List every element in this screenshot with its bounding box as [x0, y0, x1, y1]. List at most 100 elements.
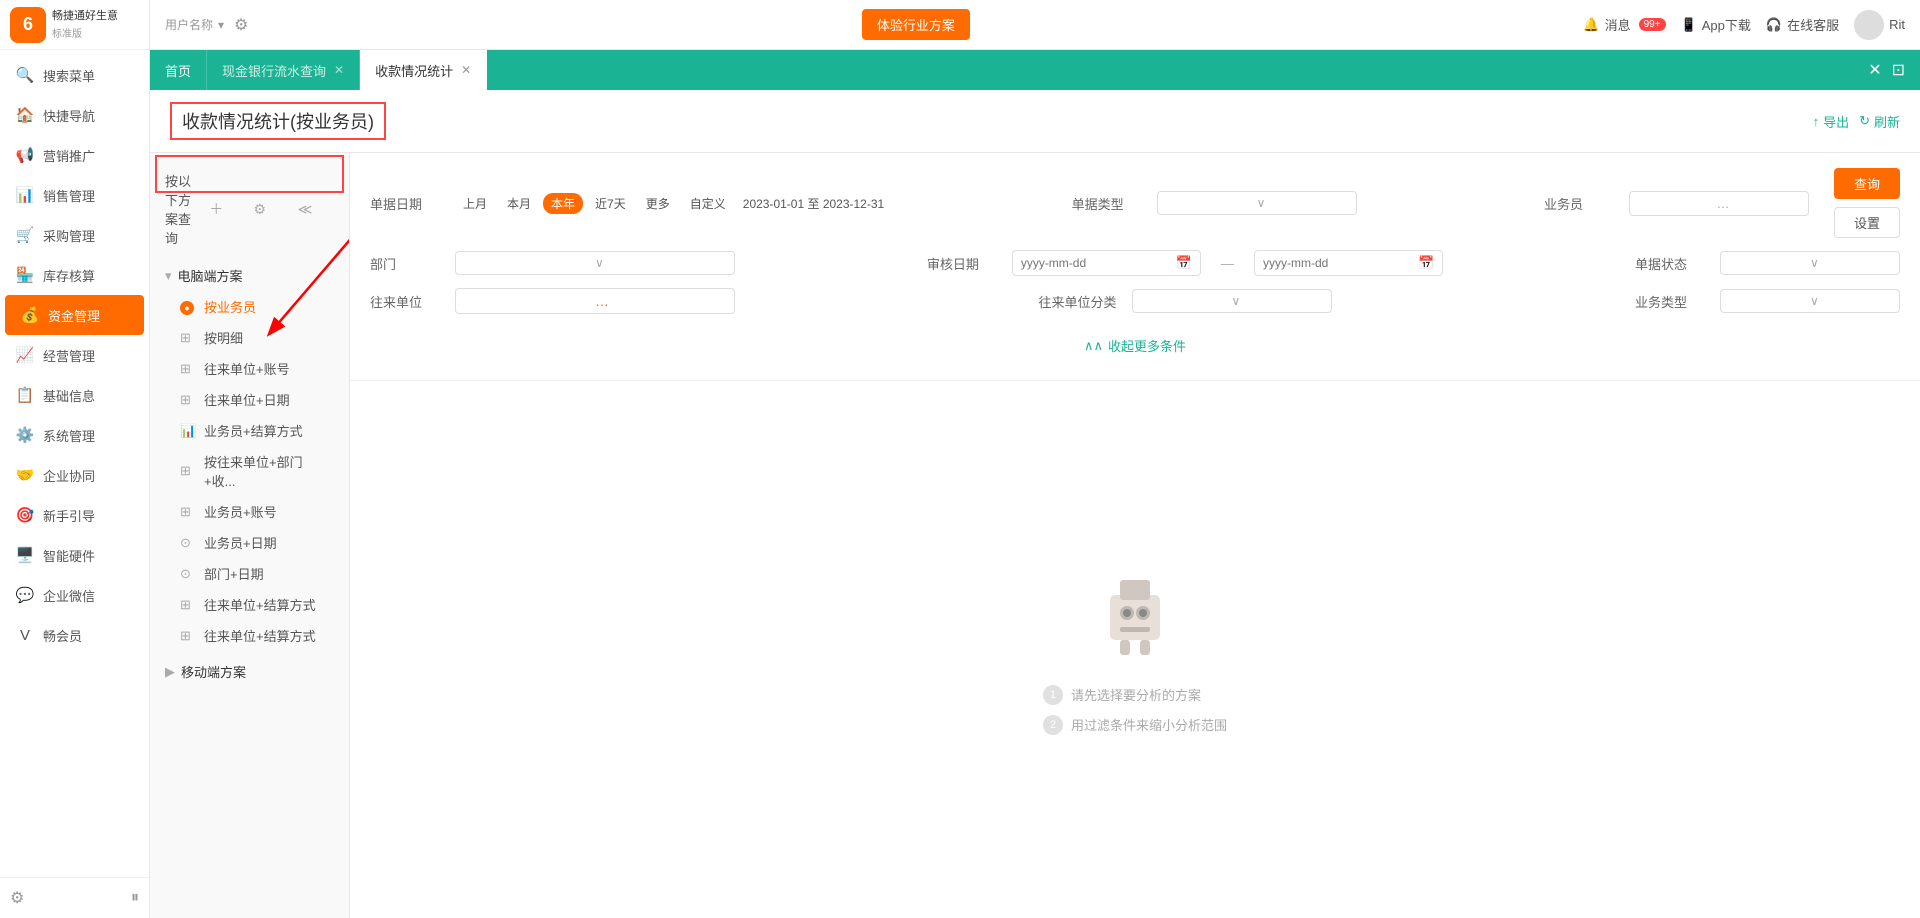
sidebar-item-hardware[interactable]: 🖥️ 智能硬件	[0, 535, 149, 575]
user-avatar-area[interactable]: Rit	[1854, 10, 1905, 40]
audit-date-start-input[interactable]	[1021, 256, 1176, 270]
collapse-btn-row[interactable]: ∧∧ 收起更多条件	[370, 326, 1900, 365]
export-btn[interactable]: ↑ 导出	[1813, 112, 1850, 131]
plan-item-by-detail[interactable]: ⊞ 按明细	[150, 322, 349, 353]
date-tabs: 上月 本月 本年 近7天 更多 自定义 2023-01-01 至 2023-12…	[455, 193, 884, 214]
sidebar-item-guide[interactable]: 🎯 新手引导	[0, 495, 149, 535]
salesman-date-icon: ⊙	[180, 535, 196, 551]
date-range-display: 2023-01-01 至 2023-12-31	[743, 195, 884, 212]
collapse-sidebar-btn[interactable]: ⏸	[131, 889, 139, 907]
date-tab-last-month[interactable]: 上月	[455, 193, 495, 214]
salesman-more-icon: …	[1716, 196, 1793, 211]
business-type-chevron-icon: ∨	[1810, 294, 1889, 308]
calendar-start-icon[interactable]: 📅	[1176, 255, 1192, 271]
experience-industry-btn[interactable]: 体验行业方案	[862, 9, 970, 40]
empty-tips: 1 请先选择要分析的方案 2 用过滤条件来缩小分析范围	[1043, 685, 1227, 735]
sidebar-item-quick-nav[interactable]: 🏠 快捷导航	[0, 95, 149, 135]
date-tab-this-month[interactable]: 本月	[499, 193, 539, 214]
empty-state-illustration	[1085, 565, 1185, 665]
cs2-icon: ⊞	[180, 628, 196, 644]
sidebar-item-inventory[interactable]: 🏪 库存核算	[0, 255, 149, 295]
plan-item-salesman-settlement[interactable]: 📊 业务员+结算方式	[150, 415, 349, 446]
close-bank-flow-tab[interactable]: ✕	[334, 63, 344, 77]
empty-state: 1 请先选择要分析的方案 2 用过滤条件来缩小分析范围	[350, 381, 1920, 918]
mobile-group-header[interactable]: ▶ 移动端方案	[150, 656, 349, 687]
plan-item-by-salesman[interactable]: ● 按业务员	[150, 291, 349, 322]
topbar-gear-btn[interactable]: ⚙	[234, 15, 248, 35]
pc-group-header[interactable]: ▾ 电脑端方案	[150, 260, 349, 291]
date-separator: —	[1221, 256, 1234, 271]
dept-select[interactable]: ∨	[455, 251, 735, 275]
sidebar-item-operations[interactable]: 📈 经营管理	[0, 335, 149, 375]
plan-item-counterpart-settlement2[interactable]: ⊞ 往来单位+结算方式	[150, 620, 349, 651]
user-avatar	[1854, 10, 1884, 40]
audit-date-end[interactable]: 📅	[1254, 250, 1443, 276]
close-receipt-stats-tab[interactable]: ✕	[461, 63, 471, 77]
doc-status-chevron-icon: ∨	[1810, 256, 1889, 270]
message-badge: 99+	[1639, 18, 1666, 31]
counterpart-date-icon: ⊞	[180, 392, 196, 408]
refresh-icon: ↻	[1859, 113, 1870, 129]
sidebar-logo: 6 畅捷通好生意 标准版	[0, 0, 149, 50]
add-plan-btn[interactable]: ＋	[209, 199, 245, 219]
doc-type-select[interactable]: ∨	[1157, 191, 1357, 215]
sidebar-item-company[interactable]: 🤝 企业协同	[0, 455, 149, 495]
plan-item-counterpart-date[interactable]: ⊞ 往来单位+日期	[150, 384, 349, 415]
sidebar-item-purchase[interactable]: 🛒 采购管理	[0, 215, 149, 255]
sidebar-item-search-menu[interactable]: 🔍 搜索菜单	[0, 55, 149, 95]
active-plan-icon: ●	[180, 299, 196, 315]
page-actions: ↑ 导出 ↻ 刷新	[1813, 112, 1900, 131]
counterpart-dept-icon: ⊞	[180, 463, 196, 479]
refresh-btn[interactable]: ↻ 刷新	[1859, 112, 1900, 131]
close-all-tabs-btn[interactable]: ✕	[1868, 60, 1881, 80]
messages-area[interactable]: 🔔 消息 99+	[1583, 15, 1665, 34]
business-type-select[interactable]: ∨	[1720, 289, 1900, 313]
sidebar-item-basic[interactable]: 📋 基础信息	[0, 375, 149, 415]
plan-item-dept-date[interactable]: ⊙ 部门+日期	[150, 558, 349, 589]
maximize-btn[interactable]: ⊡	[1892, 60, 1905, 80]
doc-type-chevron-icon: ∨	[1257, 196, 1346, 210]
app-download-area[interactable]: 📱 App下载	[1681, 15, 1751, 34]
date-tab-7days[interactable]: 近7天	[587, 193, 634, 214]
query-btn[interactable]: 查询	[1834, 168, 1900, 199]
date-tab-more[interactable]: 更多	[638, 193, 678, 214]
date-tab-custom[interactable]: 自定义	[682, 193, 734, 214]
sidebar-item-sales[interactable]: 📊 销售管理	[0, 175, 149, 215]
salesman-select[interactable]: …	[1629, 191, 1809, 216]
sidebar-item-system[interactable]: ⚙️ 系统管理	[0, 415, 149, 455]
counterpart-select[interactable]: …	[455, 288, 735, 314]
tab-home[interactable]: 首页	[150, 50, 207, 90]
sidebar-item-finance[interactable]: 💰 资金管理	[5, 295, 144, 335]
sidebar-item-marketing[interactable]: 📢 营销推广	[0, 135, 149, 175]
mobile-plan-group: ▶ 移动端方案	[150, 656, 349, 687]
plan-item-counterpart-dept[interactable]: ⊞ 按往来单位+部门+收...	[150, 446, 349, 496]
salesman-settlement-icon: 📊	[180, 423, 196, 439]
doc-status-select[interactable]: ∨	[1720, 251, 1900, 275]
counterpart-category-select[interactable]: ∨	[1132, 289, 1332, 313]
sidebar-item-wechat[interactable]: 💬 企业微信	[0, 575, 149, 615]
settings-gear-btn[interactable]: ⚙	[10, 888, 24, 908]
member-icon: V	[15, 625, 35, 645]
plan-item-counterpart-settlement1[interactable]: ⊞ 往来单位+结算方式	[150, 589, 349, 620]
settings-btn[interactable]: 设置	[1834, 207, 1900, 238]
plan-item-counterpart-account[interactable]: ⊞ 往来单位+账号	[150, 353, 349, 384]
plan-item-salesman-account[interactable]: ⊞ 业务员+账号	[150, 496, 349, 527]
business-type-label: 业务类型	[1635, 292, 1705, 311]
sidebar-item-member[interactable]: V 畅会员	[0, 615, 149, 655]
calendar-end-icon[interactable]: 📅	[1418, 255, 1434, 271]
empty-icon	[1085, 565, 1185, 665]
content-area: 按以下方案查询 ＋ ⚙ ≪ ▾ 电脑端方案 ● 按业务员 ⊞ 按明细	[150, 153, 1920, 918]
tab-bank-flow[interactable]: 现金银行流水查询 ✕	[207, 50, 360, 90]
audit-date-end-input[interactable]	[1263, 256, 1418, 270]
filter-area: 单据日期 上月 本月 本年 近7天 更多 自定义 2023-01-01 至 20…	[350, 153, 1920, 381]
tab-receipt-stats[interactable]: 收款情况统计 ✕	[360, 50, 487, 90]
online-service-area[interactable]: 🎧 在线客服	[1766, 15, 1839, 34]
logo-text: 畅捷通好生意 标准版	[52, 9, 118, 40]
doc-type-label: 单据类型	[1072, 194, 1142, 213]
collapse-panel-btn[interactable]: ≪	[298, 201, 334, 218]
plan-item-salesman-date[interactable]: ⊙ 业务员+日期	[150, 527, 349, 558]
cs1-icon: ⊞	[180, 597, 196, 613]
audit-date-start[interactable]: 📅	[1012, 250, 1201, 276]
manage-plan-btn[interactable]: ⚙	[254, 201, 290, 218]
date-tab-this-year[interactable]: 本年	[543, 193, 583, 214]
